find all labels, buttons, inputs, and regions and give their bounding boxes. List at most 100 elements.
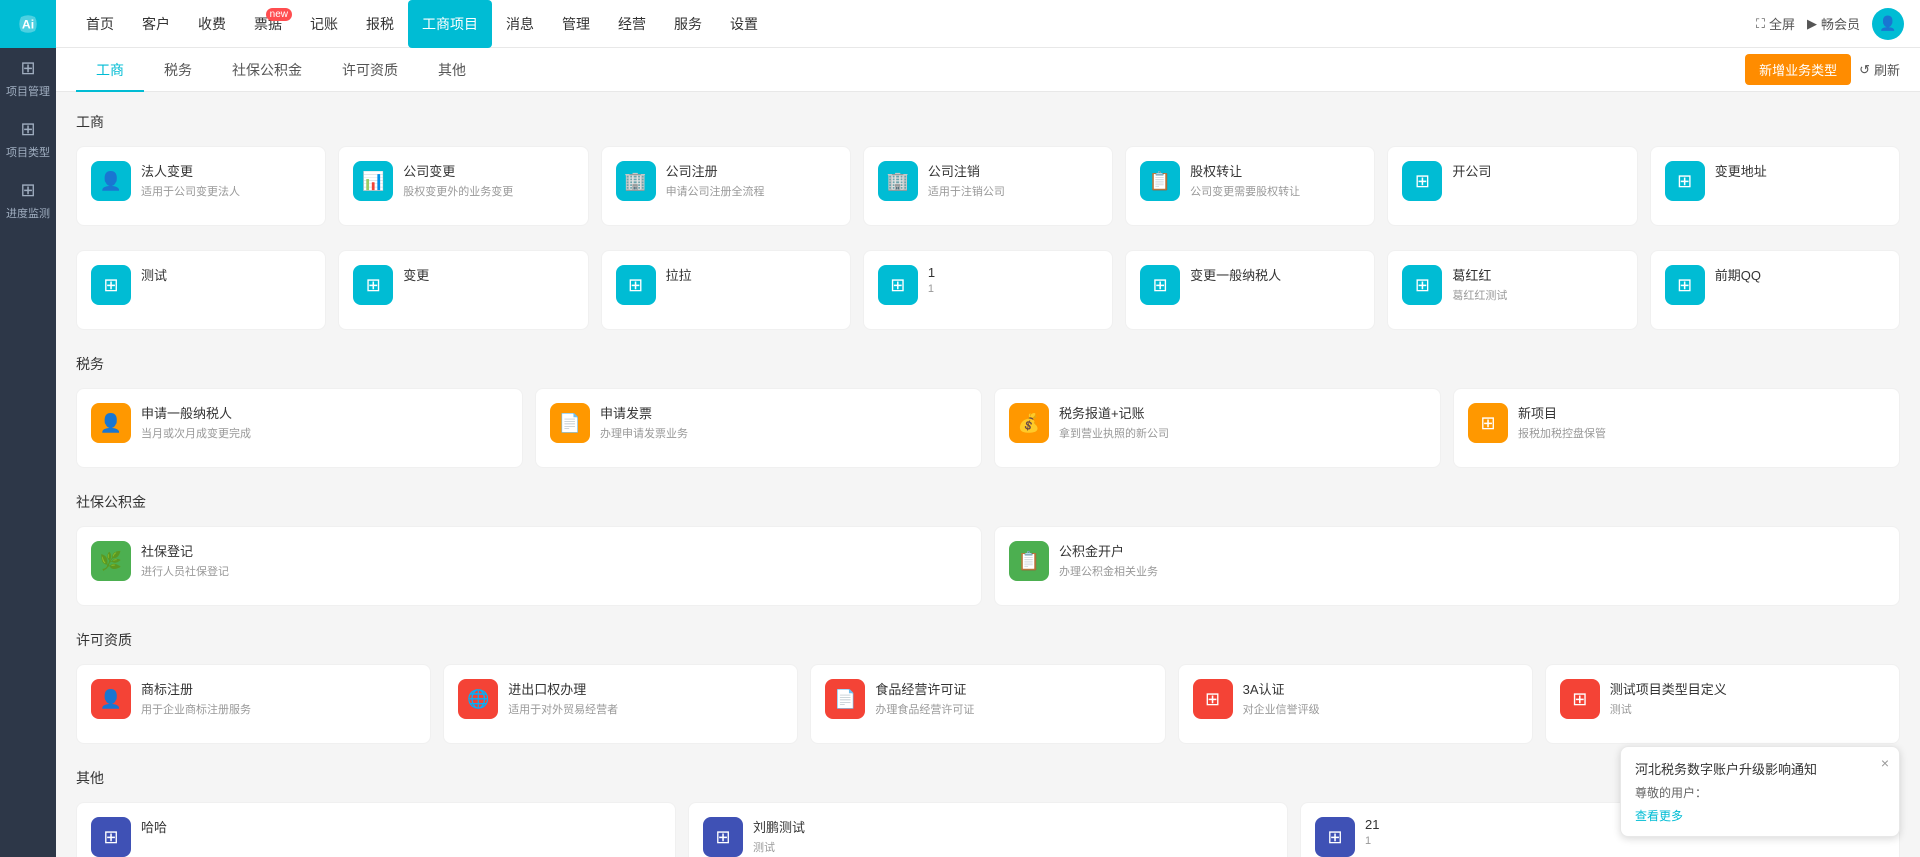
tab-actions: 新增业务类型 ↺ 刷新 bbox=[1745, 54, 1900, 85]
nav-settings[interactable]: 设置 bbox=[716, 0, 772, 48]
card-fund-account[interactable]: 📋 公积金开户 办理公积金相关业务 bbox=[994, 526, 1900, 606]
member-icon: ▶ bbox=[1807, 16, 1817, 32]
card-lala[interactable]: ⊞ 拉拉 bbox=[601, 250, 851, 330]
card-pre-qq[interactable]: ⊞ 前期QQ bbox=[1650, 250, 1900, 330]
section-title-industry: 工商 bbox=[76, 112, 1900, 132]
nav-industry[interactable]: 工商项目 bbox=[408, 0, 492, 48]
card-title: 拉拉 bbox=[666, 265, 836, 284]
tab-other[interactable]: 其他 bbox=[418, 48, 486, 92]
card-desc: 拿到营业执照的新公司 bbox=[1059, 425, 1426, 441]
tab-social[interactable]: 社保公积金 bbox=[212, 48, 322, 92]
avatar[interactable]: 👤 bbox=[1872, 8, 1904, 40]
card-icon-trademark: 👤 bbox=[91, 679, 131, 719]
card-open-company[interactable]: ⊞ 开公司 bbox=[1387, 146, 1637, 226]
sidebar-item-project-mgmt[interactable]: ⊞ 项目管理 bbox=[0, 48, 56, 109]
nav-tax[interactable]: 报税 bbox=[352, 0, 408, 48]
card-title: 测试 bbox=[141, 265, 311, 284]
card-desc: 适用于对外贸易经营者 bbox=[508, 701, 783, 717]
card-test[interactable]: ⊞ 测试 bbox=[76, 250, 326, 330]
card-new-project[interactable]: ⊞ 新项目 报税加税控盘保管 bbox=[1453, 388, 1900, 468]
progress-monitor-icon: ⊞ bbox=[20, 180, 35, 201]
nav-operation[interactable]: 经营 bbox=[604, 0, 660, 48]
sidebar-item-progress-monitor[interactable]: ⊞ 进度监测 bbox=[0, 170, 56, 231]
card-haha[interactable]: ⊞ 哈哈 bbox=[76, 802, 676, 857]
card-trademark[interactable]: 👤 商标注册 用于企业商标注册服务 bbox=[76, 664, 431, 744]
card-icon-twenty-one: ⊞ bbox=[1315, 817, 1355, 857]
card-change-address[interactable]: ⊞ 变更地址 bbox=[1650, 146, 1900, 226]
card-gehonghong[interactable]: ⊞ 葛红红 葛红红测试 bbox=[1387, 250, 1637, 330]
card-tax-report[interactable]: 💰 税务报道+记账 拿到营业执照的新公司 bbox=[994, 388, 1441, 468]
card-icon-gehonghong: ⊞ bbox=[1402, 265, 1442, 305]
card-title: 社保登记 bbox=[141, 541, 967, 560]
card-icon-liupeng-test: ⊞ bbox=[703, 817, 743, 857]
card-icon-change-taxpayer: ⊞ bbox=[1140, 265, 1180, 305]
card-icon-company-cancel: 🏢 bbox=[878, 161, 918, 201]
card-company-cancel[interactable]: 🏢 公司注销 适用于注销公司 bbox=[863, 146, 1113, 226]
card-title: 公积金开户 bbox=[1059, 541, 1885, 560]
card-desc: 1 bbox=[928, 283, 1098, 295]
card-icon-equity-transfer: 📋 bbox=[1140, 161, 1180, 201]
nav-service[interactable]: 服务 bbox=[660, 0, 716, 48]
refresh-button[interactable]: ↺ 刷新 bbox=[1859, 60, 1900, 79]
nav-right: ⛶ 全屏 ▶ 畅会员 👤 bbox=[1756, 8, 1904, 40]
card-desc: 申请公司注册全流程 bbox=[666, 183, 836, 199]
card-title: 变更 bbox=[403, 265, 573, 284]
card-desc: 办理公积金相关业务 bbox=[1059, 563, 1885, 579]
notification-content: 尊敬的用户： bbox=[1635, 784, 1885, 803]
card-title: 测试项目类型目定义 bbox=[1610, 679, 1885, 698]
sidebar-item-project-type[interactable]: ⊞ 项目类型 bbox=[0, 109, 56, 170]
card-change2[interactable]: ⊞ 变更 bbox=[338, 250, 588, 330]
fullscreen-btn[interactable]: ⛶ 全屏 bbox=[1756, 14, 1795, 33]
tab-tax[interactable]: 税务 bbox=[144, 48, 212, 92]
card-desc: 葛红红测试 bbox=[1452, 287, 1622, 303]
notification-close-button[interactable]: × bbox=[1881, 755, 1889, 771]
new-type-button[interactable]: 新增业务类型 bbox=[1745, 54, 1851, 85]
card-change-taxpayer[interactable]: ⊞ 变更一般纳税人 bbox=[1125, 250, 1375, 330]
nav-billing[interactable]: 收费 bbox=[184, 0, 240, 48]
card-icon-test: ⊞ bbox=[91, 265, 131, 305]
card-icon-legal-change: 👤 bbox=[91, 161, 131, 201]
card-title: 开公司 bbox=[1452, 161, 1622, 180]
card-title: 变更一般纳税人 bbox=[1190, 265, 1360, 284]
nav-bookkeeping[interactable]: 记账 bbox=[296, 0, 352, 48]
card-apply-invoice[interactable]: 📄 申请发票 办理申请发票业务 bbox=[535, 388, 982, 468]
nav-message[interactable]: 消息 bbox=[492, 0, 548, 48]
card-equity-transfer[interactable]: 📋 股权转让 公司变更需要股权转让 bbox=[1125, 146, 1375, 226]
card-icon-open-company: ⊞ bbox=[1402, 161, 1442, 201]
member-btn[interactable]: ▶ 畅会员 bbox=[1807, 14, 1860, 33]
card-liupeng-test[interactable]: ⊞ 刘鹏测试 测试 bbox=[688, 802, 1288, 857]
avatar-icon: 👤 bbox=[1879, 15, 1896, 32]
sidebar-logo[interactable]: Ai bbox=[0, 0, 56, 48]
tab-industry[interactable]: 工商 bbox=[76, 48, 144, 92]
card-desc: 办理食品经营许可证 bbox=[875, 701, 1150, 717]
card-3a-cert[interactable]: ⊞ 3A认证 对企业信誉评级 bbox=[1178, 664, 1533, 744]
card-desc: 测试 bbox=[753, 839, 1273, 855]
card-company-register[interactable]: 🏢 公司注册 申请公司注册全流程 bbox=[601, 146, 851, 226]
notification-more-link[interactable]: 查看更多 bbox=[1635, 807, 1683, 824]
card-icon-social-register: 🌿 bbox=[91, 541, 131, 581]
nav-invoice[interactable]: 票据 new bbox=[240, 0, 296, 48]
card-company-change[interactable]: 📊 公司变更 股权变更外的业务变更 bbox=[338, 146, 588, 226]
card-icon-company-register: 🏢 bbox=[616, 161, 656, 201]
nav-client[interactable]: 客户 bbox=[128, 0, 184, 48]
tab-license[interactable]: 许可资质 bbox=[322, 48, 418, 92]
card-title: 新项目 bbox=[1518, 403, 1885, 422]
card-food-license[interactable]: 📄 食品经营许可证 办理食品经营许可证 bbox=[810, 664, 1165, 744]
nav-manage[interactable]: 管理 bbox=[548, 0, 604, 48]
card-desc: 当月或次月成变更完成 bbox=[141, 425, 508, 441]
card-one[interactable]: ⊞ 1 1 bbox=[863, 250, 1113, 330]
card-title: 刘鹏测试 bbox=[753, 817, 1273, 836]
main-content: 工商 税务 社保公积金 许可资质 其他 新增业务类型 ↺ 刷新 工商 👤 bbox=[56, 48, 1920, 857]
tab-bar: 工商 税务 社保公积金 许可资质 其他 新增业务类型 ↺ 刷新 bbox=[56, 48, 1920, 92]
section-title-social: 社保公积金 bbox=[76, 492, 1900, 512]
refresh-icon: ↺ bbox=[1859, 62, 1870, 78]
nav-home[interactable]: 首页 bbox=[72, 0, 128, 48]
notification-panel: × 河北税务数字账户升级影响通知 尊敬的用户： 查看更多 bbox=[1620, 746, 1900, 837]
invoice-badge: new bbox=[266, 8, 292, 21]
card-desc: 测试 bbox=[1610, 701, 1885, 717]
card-social-register[interactable]: 🌿 社保登记 进行人员社保登记 bbox=[76, 526, 982, 606]
card-import-export[interactable]: 🌐 进出口权办理 适用于对外贸易经营者 bbox=[443, 664, 798, 744]
card-apply-taxpayer[interactable]: 👤 申请一般纳税人 当月或次月成变更完成 bbox=[76, 388, 523, 468]
card-legal-change[interactable]: 👤 法人变更 适用于公司变更法人 bbox=[76, 146, 326, 226]
card-test-project-type[interactable]: ⊞ 测试项目类型目定义 测试 bbox=[1545, 664, 1900, 744]
